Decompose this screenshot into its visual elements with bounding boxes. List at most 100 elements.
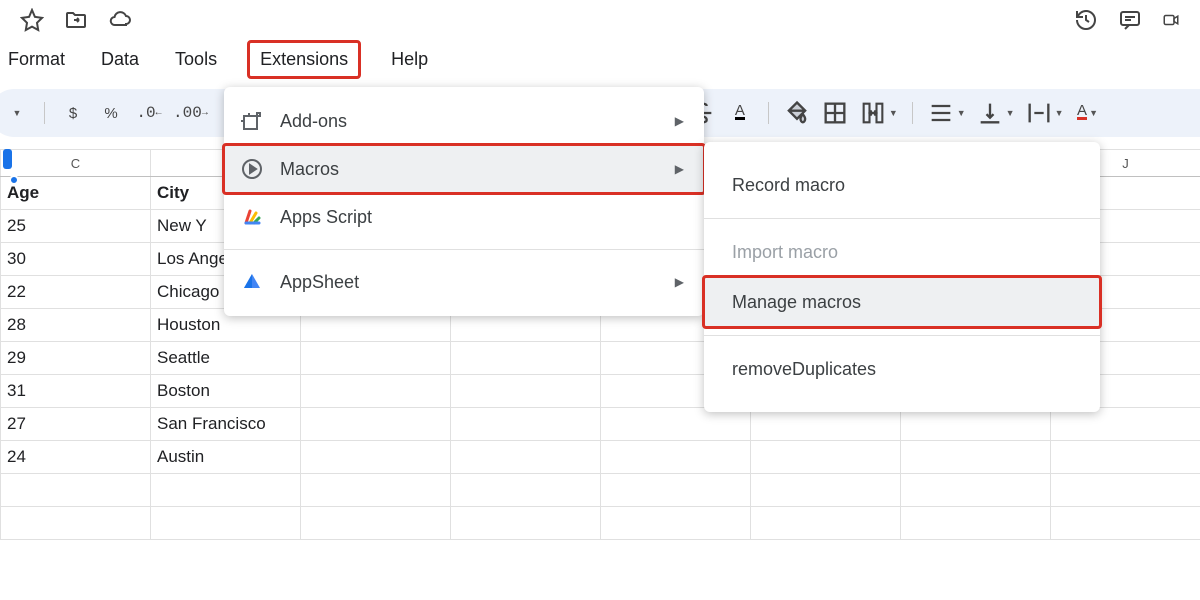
cell[interactable]: 31	[1, 375, 151, 408]
menu-help[interactable]: Help	[385, 45, 434, 74]
cell[interactable]	[301, 375, 451, 408]
chevron-right-icon: ▶	[675, 114, 684, 128]
cell[interactable]: Austin	[151, 441, 301, 474]
macros-menu-item[interactable]: Macros ▶	[224, 145, 704, 193]
addons-icon	[240, 109, 264, 133]
menu-separator	[704, 218, 1100, 219]
move-to-folder-icon[interactable]	[64, 8, 88, 32]
cell[interactable]: 25	[1, 210, 151, 243]
cell[interactable]	[301, 408, 451, 441]
apps-script-label: Apps Script	[280, 207, 372, 228]
title-bar-actions	[0, 0, 1200, 40]
import-macro-label: Import macro	[732, 242, 838, 263]
cell[interactable]	[601, 474, 751, 507]
col-header-c[interactable]: C	[1, 150, 151, 176]
macros-icon	[240, 157, 264, 181]
manage-macros-label: Manage macros	[732, 292, 861, 313]
cell[interactable]	[601, 408, 751, 441]
increase-decimal-button[interactable]: .00→	[173, 99, 208, 127]
cell[interactable]	[301, 507, 451, 540]
menubar: Format Data Tools Extensions Help	[0, 40, 1200, 89]
menu-extensions[interactable]: Extensions	[247, 40, 361, 79]
cell[interactable]: 30	[1, 243, 151, 276]
cell[interactable]	[451, 375, 601, 408]
appsheet-label: AppSheet	[280, 272, 359, 293]
cell[interactable]	[1, 474, 151, 507]
selection-corner-icon	[9, 175, 19, 185]
menu-separator	[704, 335, 1100, 336]
cell[interactable]	[1051, 408, 1200, 441]
cell[interactable]	[451, 507, 601, 540]
cell[interactable]	[451, 474, 601, 507]
addons-label: Add-ons	[280, 111, 347, 132]
menu-separator	[224, 249, 704, 250]
cell[interactable]	[901, 408, 1051, 441]
cell[interactable]: San Francisco	[151, 408, 301, 441]
manage-macros-item[interactable]: Manage macros	[704, 277, 1100, 327]
meet-icon[interactable]	[1162, 8, 1180, 32]
cell[interactable]	[601, 507, 751, 540]
text-color-button[interactable]: A	[726, 99, 754, 127]
menu-tools[interactable]: Tools	[169, 45, 223, 74]
cell-header-age[interactable]: Age	[1, 177, 151, 210]
cell[interactable]	[901, 441, 1051, 474]
borders-button[interactable]	[821, 99, 849, 127]
decrease-decimal-button[interactable]: .0←	[135, 99, 163, 127]
cell[interactable]	[751, 507, 901, 540]
remove-duplicates-label: removeDuplicates	[732, 359, 876, 380]
cell[interactable]	[901, 474, 1051, 507]
cell[interactable]: Seattle	[151, 342, 301, 375]
comment-icon[interactable]	[1118, 8, 1142, 32]
appsheet-menu-item[interactable]: AppSheet ▶	[224, 258, 704, 306]
addons-menu-item[interactable]: Add-ons ▶	[224, 97, 704, 145]
cell[interactable]	[1, 507, 151, 540]
cell[interactable]	[301, 441, 451, 474]
cell[interactable]	[601, 441, 751, 474]
cell[interactable]	[301, 474, 451, 507]
text-rotation-button[interactable]: A ▼	[1074, 99, 1102, 127]
cell[interactable]	[1051, 507, 1200, 540]
apps-script-icon	[240, 205, 264, 229]
cell[interactable]: 24	[1, 441, 151, 474]
merge-cells-button[interactable]: ▼	[859, 99, 898, 127]
menu-format[interactable]: Format	[2, 45, 71, 74]
apps-script-menu-item[interactable]: Apps Script	[224, 193, 704, 241]
text-wrap-button[interactable]: ▼	[1025, 99, 1064, 127]
import-macro-item: Import macro	[704, 227, 1100, 277]
cell[interactable]	[451, 441, 601, 474]
vertical-align-button[interactable]: ▼	[976, 99, 1015, 127]
cloud-status-icon[interactable]	[108, 8, 132, 32]
currency-button[interactable]: $	[59, 99, 87, 127]
percent-button[interactable]: %	[97, 99, 125, 127]
horizontal-align-button[interactable]: ▼	[927, 99, 966, 127]
cell[interactable]	[901, 507, 1051, 540]
remove-duplicates-macro-item[interactable]: removeDuplicates	[704, 344, 1100, 394]
cell[interactable]	[151, 507, 301, 540]
history-icon[interactable]	[1074, 8, 1098, 32]
cell[interactable]	[751, 474, 901, 507]
cell[interactable]: 27	[1, 408, 151, 441]
cell[interactable]	[751, 408, 901, 441]
menu-data[interactable]: Data	[95, 45, 145, 74]
chevron-right-icon: ▶	[675, 162, 684, 176]
selection-handle-icon	[3, 149, 12, 169]
star-icon[interactable]	[20, 8, 44, 32]
macros-label: Macros	[280, 159, 339, 180]
cell[interactable]	[301, 342, 451, 375]
cell[interactable]: 29	[1, 342, 151, 375]
record-macro-item[interactable]: Record macro	[704, 160, 1100, 210]
cell[interactable]: 22	[1, 276, 151, 309]
cell[interactable]	[1051, 474, 1200, 507]
cell[interactable]	[1051, 441, 1200, 474]
cell[interactable]	[151, 474, 301, 507]
cell[interactable]	[451, 408, 601, 441]
cell[interactable]: Boston	[151, 375, 301, 408]
more-formats-dropdown[interactable]: ▼	[2, 99, 30, 127]
fill-color-button[interactable]	[783, 99, 811, 127]
chevron-right-icon: ▶	[675, 275, 684, 289]
cell[interactable]	[451, 342, 601, 375]
macros-submenu: Record macro Import macro Manage macros …	[704, 142, 1100, 412]
record-macro-label: Record macro	[732, 175, 845, 196]
cell[interactable]	[751, 441, 901, 474]
cell[interactable]: 28	[1, 309, 151, 342]
